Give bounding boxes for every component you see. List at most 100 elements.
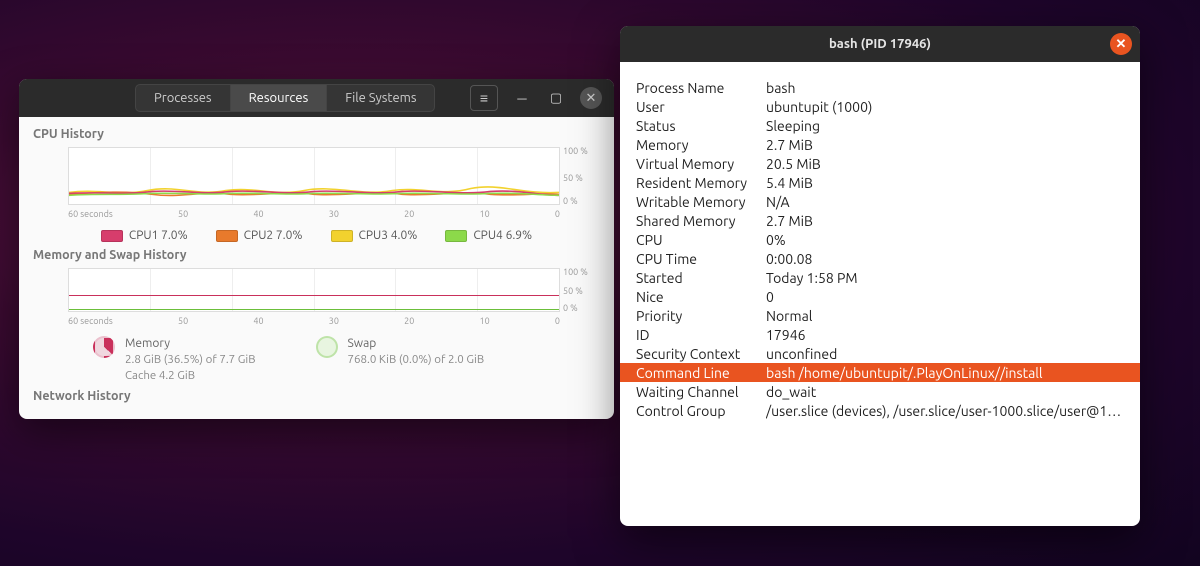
memory-usage[interactable]: Memory 2.8 GiB (36.5%) of 7.7 GiB Cache … (93, 336, 256, 383)
close-icon: ✕ (586, 91, 597, 106)
property-row[interactable]: Shared Memory2.7 MiB (620, 211, 1140, 230)
legend-label: CPU2 7.0% (244, 229, 303, 242)
property-value: Sleeping (766, 118, 1124, 134)
property-row[interactable]: Security Contextunconfined (620, 344, 1140, 363)
property-row[interactable]: ID17946 (620, 325, 1140, 344)
cpu-ylabels: 100 % 50 % 0 % (563, 148, 597, 204)
memory-value: 2.8 GiB (36.5%) of 7.7 GiB (125, 352, 256, 368)
ylabel-50: 50 % (563, 173, 583, 183)
swatch-icon (216, 230, 238, 242)
property-key: Security Context (636, 346, 766, 362)
property-key: User (636, 99, 766, 115)
property-value: bash (766, 80, 1124, 96)
legend-cpu1[interactable]: CPU1 7.0% (101, 229, 188, 242)
property-key: Priority (636, 308, 766, 324)
xlabel: 60 seconds (68, 316, 113, 326)
property-row[interactable]: CPU Time0:00.08 (620, 249, 1140, 268)
property-row[interactable]: Nice0 (620, 287, 1140, 306)
property-value: do_wait (766, 384, 1124, 400)
hamburger-icon: ≡ (480, 90, 488, 106)
xlabel: 10 (480, 316, 490, 326)
cpu-history-title: CPU History (33, 127, 600, 141)
legend-cpu3[interactable]: CPU3 4.0% (331, 229, 418, 242)
detail-title-text: bash (PID 17946) (829, 37, 931, 51)
xlabel: 30 (329, 316, 339, 326)
xlabel: 40 (253, 316, 263, 326)
legend-cpu4[interactable]: CPU4 6.9% (445, 229, 532, 242)
resources-body: CPU History 100 % 50 % 0 % 60 seconds 50… (19, 117, 614, 419)
tab-resources[interactable]: Resources (231, 85, 328, 111)
property-key: CPU (636, 232, 766, 248)
property-value: 2.7 MiB (766, 137, 1124, 153)
maximize-icon: ▢ (550, 91, 562, 106)
property-key: Memory (636, 137, 766, 153)
memory-text: Memory 2.8 GiB (36.5%) of 7.7 GiB Cache … (125, 336, 256, 383)
ylabel-100: 100 % (563, 146, 588, 156)
legend-label: CPU4 6.9% (473, 229, 532, 242)
xlabel: 60 seconds (68, 209, 113, 219)
legend-cpu2[interactable]: CPU2 7.0% (216, 229, 303, 242)
property-key: ID (636, 327, 766, 343)
property-row[interactable]: CPU0% (620, 230, 1140, 249)
tab-switcher: Processes Resources File Systems (135, 84, 435, 112)
legend-label: CPU1 7.0% (129, 229, 188, 242)
close-icon: ✕ (1116, 37, 1127, 52)
property-key: Command Line (636, 365, 766, 381)
cpu-legend: CPU1 7.0% CPU2 7.0% CPU3 4.0% CPU4 6.9% (33, 229, 600, 242)
xlabel: 10 (480, 209, 490, 219)
titlebar: Processes Resources File Systems ≡ － ▢ ✕ (19, 79, 614, 117)
xlabel: 0 (555, 209, 560, 219)
maximize-button[interactable]: ▢ (546, 88, 566, 108)
swap-title: Swap (348, 336, 485, 352)
mem-xlabels: 60 seconds 50 40 30 20 10 0 (68, 316, 560, 326)
tab-filesystems[interactable]: File Systems (327, 85, 434, 111)
property-value: 2.7 MiB (766, 213, 1124, 229)
property-value: 20.5 MiB (766, 156, 1124, 172)
hamburger-menu-button[interactable]: ≡ (470, 85, 498, 111)
property-value: N/A (766, 194, 1124, 210)
property-value: 5.4 MiB (766, 175, 1124, 191)
property-row[interactable]: StatusSleeping (620, 116, 1140, 135)
minimize-button[interactable]: － (512, 88, 532, 108)
property-row[interactable]: Virtual Memory20.5 MiB (620, 154, 1140, 173)
process-properties-window: bash (PID 17946) ✕ Process NamebashUseru… (620, 26, 1140, 526)
property-key: Status (636, 118, 766, 134)
tab-processes[interactable]: Processes (136, 85, 231, 111)
property-row[interactable]: Process Namebash (620, 78, 1140, 97)
swatch-icon (445, 230, 467, 242)
property-key: Shared Memory (636, 213, 766, 229)
swatch-icon (331, 230, 353, 242)
swap-value: 768.0 KiB (0.0%) of 2.0 GiB (348, 352, 485, 368)
mem-ylabels: 100 % 50 % 0 % (563, 269, 597, 311)
memory-cache: Cache 4.2 GiB (125, 368, 256, 384)
property-row[interactable]: PriorityNormal (620, 306, 1140, 325)
property-value: ubuntupit (1000) (766, 99, 1124, 115)
legend-label: CPU3 4.0% (359, 229, 418, 242)
cpu-lines-svg (69, 148, 559, 204)
property-row[interactable]: Memory2.7 MiB (620, 135, 1140, 154)
close-button[interactable]: ✕ (1110, 33, 1132, 55)
ylabel-0: 0 % (563, 303, 578, 313)
close-button[interactable]: ✕ (580, 87, 602, 109)
property-row[interactable]: StartedToday 1:58 PM (620, 268, 1140, 287)
property-row[interactable]: Writable MemoryN/A (620, 192, 1140, 211)
property-row[interactable]: Resident Memory5.4 MiB (620, 173, 1140, 192)
property-key: CPU Time (636, 251, 766, 267)
property-value: 0:00.08 (766, 251, 1124, 267)
pie-memory-icon (93, 336, 115, 358)
xlabel: 0 (555, 316, 560, 326)
xlabel: 50 (178, 209, 188, 219)
mem-history-title: Memory and Swap History (33, 248, 600, 262)
property-key: Resident Memory (636, 175, 766, 191)
swap-usage[interactable]: Swap 768.0 KiB (0.0%) of 2.0 GiB (316, 336, 485, 383)
property-row[interactable]: Command Linebash /home/ubuntupit/.PlayOn… (620, 363, 1140, 382)
property-row[interactable]: Control Group/user.slice (devices), /use… (620, 401, 1140, 420)
property-row[interactable]: Userubuntupit (1000) (620, 97, 1140, 116)
cpu-xlabels: 60 seconds 50 40 30 20 10 0 (68, 209, 560, 219)
mem-history-chart: 100 % 50 % 0 % (68, 268, 560, 312)
property-row[interactable]: Waiting Channeldo_wait (620, 382, 1140, 401)
ylabel-100: 100 % (563, 267, 588, 277)
property-key: Waiting Channel (636, 384, 766, 400)
detail-titlebar: bash (PID 17946) ✕ (620, 26, 1140, 62)
property-value: bash /home/ubuntupit/.PlayOnLinux//insta… (766, 365, 1124, 381)
